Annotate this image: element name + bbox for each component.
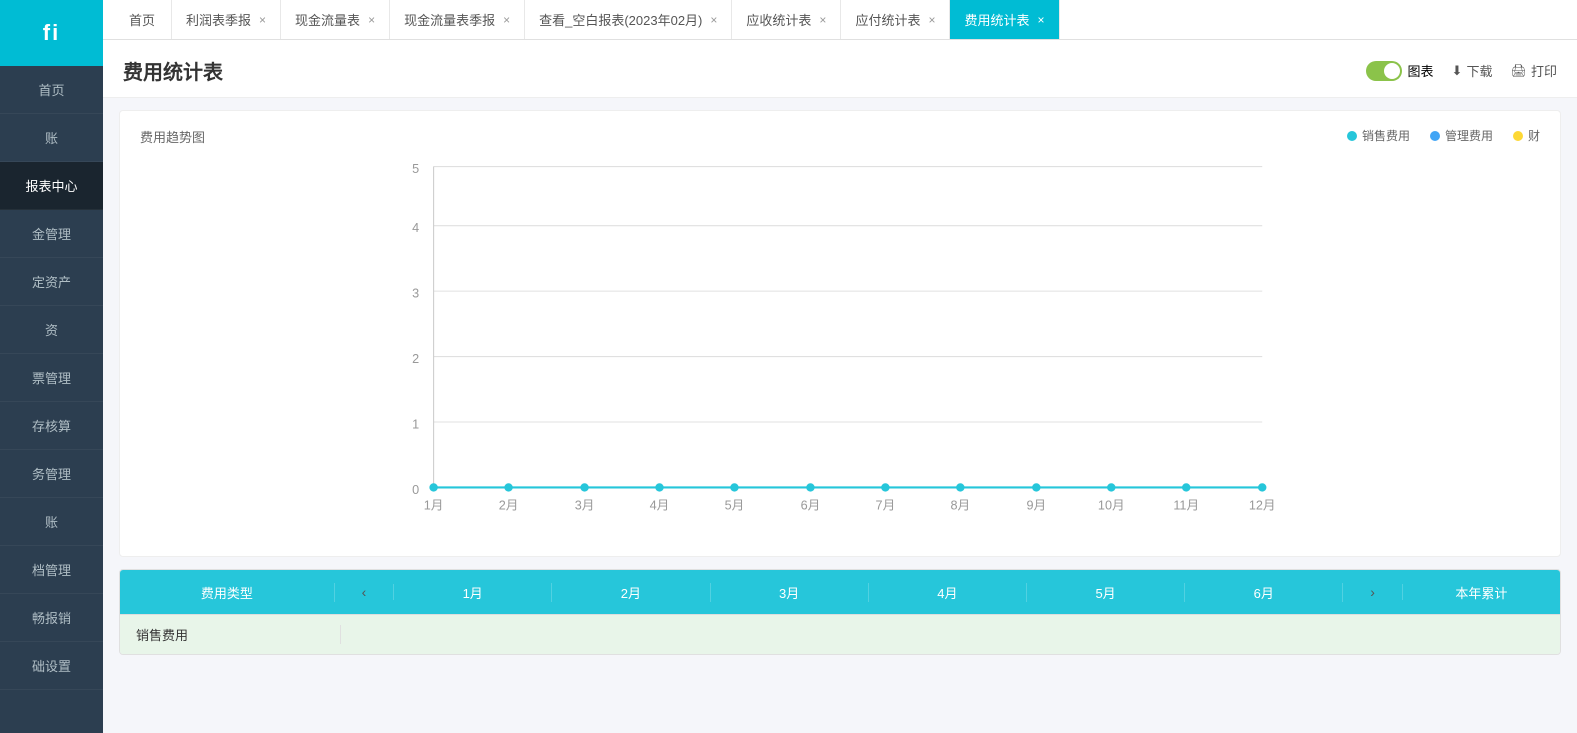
sidebar-item-investment[interactable]: 资 (0, 306, 103, 354)
table-header-month6: 6月 (1185, 583, 1343, 602)
page-title: 费用统计表 (123, 56, 223, 85)
print-button[interactable]: 🖨 打印 (1510, 61, 1557, 80)
svg-text:6月: 6月 (801, 499, 821, 513)
sidebar-item-invoice-mgmt[interactable]: 票管理 (0, 354, 103, 402)
svg-text:1: 1 (412, 417, 419, 431)
tab-cashflow[interactable]: 现金流量表 × (281, 0, 390, 39)
tab-profit[interactable]: 利润表季报 × (172, 0, 281, 39)
legend-label-finance: 财 (1528, 127, 1540, 144)
legend-label-sales: 销售费用 (1362, 127, 1410, 144)
content-area: 费用统计表 图表 ⬇ 下载 🖨 打印 费用趋势图 (103, 40, 1577, 733)
sidebar-item-fixed-assets[interactable]: 定资产 (0, 258, 103, 306)
svg-text:2月: 2月 (499, 499, 519, 513)
svg-text:5: 5 (412, 162, 419, 176)
table-cell-type: 销售费用 (120, 625, 341, 644)
svg-text:5月: 5月 (725, 499, 745, 513)
table-row: 销售费用 (120, 614, 1560, 654)
sidebar-item-inventory[interactable]: 存核算 (0, 402, 103, 450)
sidebar-item-service-mgmt[interactable]: 务管理 (0, 450, 103, 498)
sidebar-item-payable[interactable]: 账 (0, 498, 103, 546)
table-header-month4: 4月 (869, 583, 1027, 602)
close-expense-tab[interactable]: × (1037, 13, 1044, 27)
chart-toggle-label: 图表 (1408, 61, 1434, 80)
table-header-summary: 本年累计 (1403, 583, 1560, 602)
print-icon: 🖨 (1510, 63, 1527, 79)
sidebar-item-base-settings[interactable]: 础设置 (0, 642, 103, 690)
sidebar-item-home[interactable]: 首页 (0, 66, 103, 114)
legend-sales: 销售费用 (1347, 127, 1410, 144)
chart-legend: 销售费用 管理费用 财 (1347, 127, 1540, 144)
close-receivable-tab[interactable]: × (819, 13, 826, 27)
download-button[interactable]: ⬇ 下载 (1452, 61, 1493, 80)
svg-text:11月: 11月 (1173, 499, 1199, 513)
svg-text:8月: 8月 (950, 499, 970, 513)
tab-bar: 首页 利润表季报 × 现金流量表 × 现金流量表季报 × 查看_空白报表(202… (103, 0, 1577, 40)
table-header-nav-prev[interactable]: ‹ (335, 584, 394, 600)
sidebar-logo: fi (0, 0, 103, 66)
close-profit-tab[interactable]: × (259, 13, 266, 27)
line-chart-svg: 0 1 2 3 4 5 (140, 156, 1540, 536)
legend-dot-finance (1513, 131, 1523, 141)
svg-text:4月: 4月 (650, 499, 670, 513)
close-blank-report-tab[interactable]: × (710, 13, 717, 27)
download-icon: ⬇ (1452, 63, 1463, 79)
main-area: 首页 利润表季报 × 现金流量表 × 现金流量表季报 × 查看_空白报表(202… (103, 0, 1577, 733)
legend-dot-sales (1347, 131, 1357, 141)
svg-text:7月: 7月 (876, 499, 896, 513)
svg-text:0: 0 (412, 483, 419, 497)
table-header-month5: 5月 (1027, 583, 1185, 602)
svg-text:3: 3 (412, 286, 419, 300)
svg-text:1月: 1月 (424, 499, 444, 513)
table-section: 费用类型 ‹ 1月 2月 3月 4月 5月 6月 › 本年累计 销售费用 (119, 569, 1561, 655)
sidebar-item-report-center[interactable]: 报表中心 (0, 162, 103, 210)
legend-dot-admin (1430, 131, 1440, 141)
svg-text:12月: 12月 (1249, 499, 1276, 513)
legend-admin: 管理费用 (1430, 127, 1493, 144)
svg-text:3月: 3月 (575, 499, 595, 513)
svg-text:4: 4 (412, 221, 419, 235)
legend-label-admin: 管理费用 (1445, 127, 1493, 144)
tab-cashflow-q[interactable]: 现金流量表季报 × (390, 0, 525, 39)
table-header-month1: 1月 (394, 583, 552, 602)
svg-text:10月: 10月 (1098, 499, 1125, 513)
close-payable-tab[interactable]: × (928, 13, 935, 27)
sidebar-item-file-mgmt[interactable]: 档管理 (0, 546, 103, 594)
chart-container: 0 1 2 3 4 5 (140, 156, 1540, 536)
chart-section: 费用趋势图 销售费用 管理费用 财 (119, 110, 1561, 557)
prev-arrow-icon[interactable]: ‹ (358, 584, 371, 600)
tab-receivable[interactable]: 应收统计表 × (732, 0, 841, 39)
svg-text:9月: 9月 (1026, 499, 1046, 513)
legend-finance: 财 (1513, 127, 1540, 144)
table-header-type: 费用类型 (120, 583, 335, 602)
sidebar: fi 首页 账 报表中心 金管理 定资产 资 票管理 存核算 务管理 账 档管理… (0, 0, 103, 733)
table-header-row: 费用类型 ‹ 1月 2月 3月 4月 5月 6月 › 本年累计 (120, 570, 1560, 614)
table-header-nav-next[interactable]: › (1343, 584, 1402, 600)
table-header-month2: 2月 (552, 583, 710, 602)
header-actions: 图表 ⬇ 下载 🖨 打印 (1366, 61, 1557, 81)
sidebar-item-sales-cancel[interactable]: 畅报销 (0, 594, 103, 642)
chart-toggle[interactable] (1366, 61, 1402, 81)
tab-payable[interactable]: 应付统计表 × (841, 0, 950, 39)
chart-title: 费用趋势图 (140, 127, 205, 146)
sidebar-item-account[interactable]: 账 (0, 114, 103, 162)
table-header-month3: 3月 (711, 583, 869, 602)
close-cashflow-q-tab[interactable]: × (503, 13, 510, 27)
page-header: 费用统计表 图表 ⬇ 下载 🖨 打印 (103, 40, 1577, 98)
close-cashflow-tab[interactable]: × (368, 13, 375, 27)
tab-blank-report[interactable]: 查看_空白报表(2023年02月) × (525, 0, 732, 39)
chart-toggle-wrap[interactable]: 图表 (1366, 61, 1434, 81)
svg-text:2: 2 (412, 352, 419, 366)
tab-expense[interactable]: 费用统计表 × (950, 0, 1059, 39)
tab-home[interactable]: 首页 (113, 0, 172, 39)
next-arrow-icon[interactable]: › (1366, 584, 1379, 600)
sidebar-item-fund-mgmt[interactable]: 金管理 (0, 210, 103, 258)
